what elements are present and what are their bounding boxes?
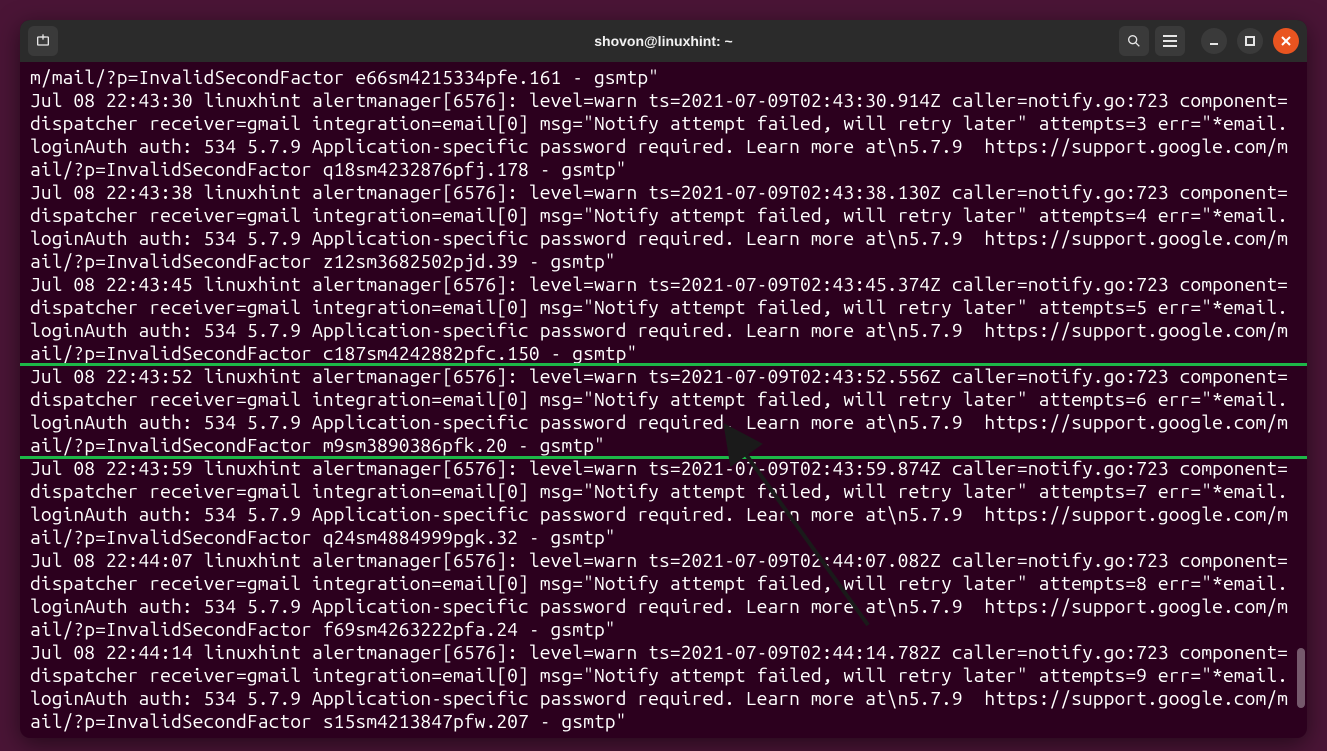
minimize-icon	[1208, 35, 1220, 47]
terminal-window: shovon@linuxhint: ~ m/mail/?p=InvalidSec…	[20, 20, 1307, 738]
new-tab-button[interactable]	[28, 26, 58, 56]
log-line: Jul 08 22:43:59 linuxhint alertmanager[6…	[30, 457, 1297, 549]
window-title: shovon@linuxhint: ~	[20, 33, 1307, 49]
log-line: Jul 08 22:43:52 linuxhint alertmanager[6…	[30, 365, 1297, 457]
log-line: Jul 08 22:43:45 linuxhint alertmanager[6…	[30, 273, 1297, 365]
scrollbar-thumb[interactable]	[1297, 648, 1305, 708]
close-button[interactable]	[1273, 28, 1299, 54]
minimize-button[interactable]	[1201, 28, 1227, 54]
log-line: Jul 08 22:43:30 linuxhint alertmanager[6…	[30, 89, 1297, 181]
terminal-area[interactable]: m/mail/?p=InvalidSecondFactor e66sm42153…	[20, 62, 1307, 738]
maximize-icon	[1244, 35, 1256, 47]
log-line: Jul 08 22:44:14 linuxhint alertmanager[6…	[30, 641, 1297, 733]
log-line: Jul 08 22:44:07 linuxhint alertmanager[6…	[30, 549, 1297, 641]
log-line: Jul 08 22:43:38 linuxhint alertmanager[6…	[30, 181, 1297, 273]
close-icon	[1280, 35, 1292, 47]
titlebar: shovon@linuxhint: ~	[20, 20, 1307, 62]
terminal-output[interactable]: m/mail/?p=InvalidSecondFactor e66sm42153…	[20, 62, 1307, 738]
hamburger-icon	[1163, 35, 1177, 47]
maximize-button[interactable]	[1237, 28, 1263, 54]
search-button[interactable]	[1119, 26, 1149, 56]
log-line: m/mail/?p=InvalidSecondFactor e66sm42153…	[30, 66, 1297, 89]
new-tab-icon	[35, 33, 51, 49]
search-icon	[1126, 33, 1142, 49]
menu-button[interactable]	[1155, 26, 1185, 56]
